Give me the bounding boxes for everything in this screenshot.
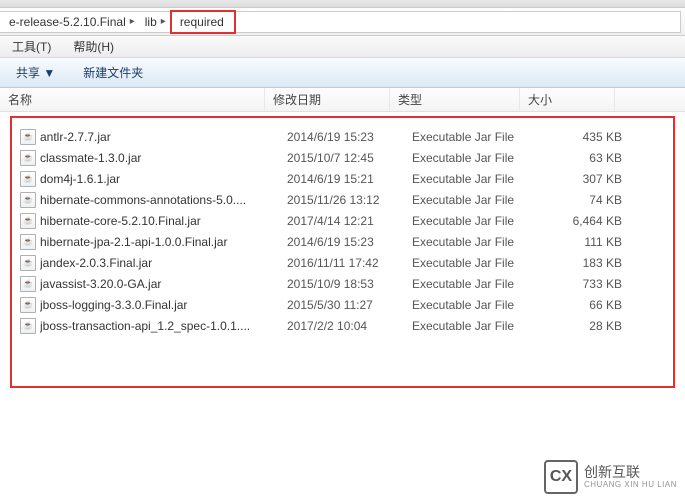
file-list: ☕ antlr-2.7.7.jar 2014/6/19 15:23 Execut… bbox=[10, 116, 675, 388]
jar-file-icon: ☕ bbox=[20, 171, 36, 187]
file-size: 307 KB bbox=[542, 172, 622, 186]
list-item[interactable]: ☕ dom4j-1.6.1.jar 2014/6/19 15:21 Execut… bbox=[14, 168, 671, 189]
window-titlebar bbox=[0, 0, 685, 8]
watermark-subtext: CHUANG XIN HU LIAN bbox=[584, 480, 677, 489]
file-type: Executable Jar File bbox=[412, 172, 542, 186]
file-type: Executable Jar File bbox=[412, 130, 542, 144]
column-header-name[interactable]: 名称 bbox=[0, 88, 265, 111]
column-header-type[interactable]: 类型 bbox=[390, 88, 520, 111]
column-headers: 名称 修改日期 类型 大小 bbox=[0, 88, 685, 112]
jar-file-icon: ☕ bbox=[20, 276, 36, 292]
list-item[interactable]: ☕ jboss-logging-3.3.0.Final.jar 2015/5/3… bbox=[14, 294, 671, 315]
file-date: 2015/10/7 12:45 bbox=[287, 151, 412, 165]
watermark: CX 创新互联 CHUANG XIN HU LIAN bbox=[544, 460, 677, 494]
address-bar: e-release-5.2.10.Final ▸ lib ▸ required bbox=[0, 8, 685, 36]
file-type: Executable Jar File bbox=[412, 277, 542, 291]
list-item[interactable]: ☕ javassist-3.20.0-GA.jar 2015/10/9 18:5… bbox=[14, 273, 671, 294]
content-area: 名称 修改日期 类型 大小 ☕ antlr-2.7.7.jar 2014/6/1… bbox=[0, 88, 685, 502]
toolbar: 共享 ▼ 新建文件夹 bbox=[0, 58, 685, 88]
share-button[interactable]: 共享 ▼ bbox=[12, 62, 59, 83]
file-date: 2015/11/26 13:12 bbox=[287, 193, 412, 207]
breadcrumb-label: required bbox=[180, 15, 224, 29]
file-date: 2017/2/2 10:04 bbox=[287, 319, 412, 333]
file-date: 2016/11/11 17:42 bbox=[287, 256, 412, 270]
list-item[interactable]: ☕ jandex-2.0.3.Final.jar 2016/11/11 17:4… bbox=[14, 252, 671, 273]
file-name: hibernate-jpa-2.1-api-1.0.0.Final.jar bbox=[40, 235, 287, 249]
file-date: 2014/6/19 15:23 bbox=[287, 130, 412, 144]
jar-file-icon: ☕ bbox=[20, 192, 36, 208]
jar-file-icon: ☕ bbox=[20, 150, 36, 166]
menubar: 工具(T) 帮助(H) bbox=[0, 36, 685, 58]
file-size: 111 KB bbox=[542, 235, 622, 249]
menu-tools[interactable]: 工具(T) bbox=[8, 36, 55, 57]
list-item[interactable]: ☕ jboss-transaction-api_1.2_spec-1.0.1..… bbox=[14, 315, 671, 336]
file-type: Executable Jar File bbox=[412, 151, 542, 165]
file-name: dom4j-1.6.1.jar bbox=[40, 172, 287, 186]
file-type: Executable Jar File bbox=[412, 319, 542, 333]
file-name: hibernate-commons-annotations-5.0.... bbox=[40, 193, 287, 207]
chevron-right-icon: ▸ bbox=[130, 16, 135, 27]
annotation-highlight: required bbox=[170, 10, 236, 34]
jar-file-icon: ☕ bbox=[20, 234, 36, 250]
new-folder-button[interactable]: 新建文件夹 bbox=[79, 62, 147, 83]
file-name: jboss-transaction-api_1.2_spec-1.0.1.... bbox=[40, 319, 287, 333]
watermark-logo: CX bbox=[544, 460, 578, 494]
file-type: Executable Jar File bbox=[412, 214, 542, 228]
file-size: 183 KB bbox=[542, 256, 622, 270]
jar-file-icon: ☕ bbox=[20, 297, 36, 313]
file-name: jandex-2.0.3.Final.jar bbox=[40, 256, 287, 270]
breadcrumb-label: lib bbox=[145, 15, 157, 29]
breadcrumb[interactable]: e-release-5.2.10.Final ▸ lib ▸ required bbox=[0, 11, 681, 33]
list-item[interactable]: ☕ antlr-2.7.7.jar 2014/6/19 15:23 Execut… bbox=[14, 126, 671, 147]
file-size: 6,464 KB bbox=[542, 214, 622, 228]
breadcrumb-segment-lib[interactable]: lib ▸ bbox=[141, 12, 172, 32]
breadcrumb-segment-root[interactable]: e-release-5.2.10.Final ▸ bbox=[5, 12, 141, 32]
file-size: 435 KB bbox=[542, 130, 622, 144]
file-type: Executable Jar File bbox=[412, 298, 542, 312]
file-size: 63 KB bbox=[542, 151, 622, 165]
share-label: 共享 ▼ bbox=[16, 64, 55, 81]
file-size: 28 KB bbox=[542, 319, 622, 333]
file-date: 2015/10/9 18:53 bbox=[287, 277, 412, 291]
list-item[interactable]: ☕ hibernate-jpa-2.1-api-1.0.0.Final.jar … bbox=[14, 231, 671, 252]
file-size: 66 KB bbox=[542, 298, 622, 312]
list-item[interactable]: ☕ classmate-1.3.0.jar 2015/10/7 12:45 Ex… bbox=[14, 147, 671, 168]
file-type: Executable Jar File bbox=[412, 235, 542, 249]
jar-file-icon: ☕ bbox=[20, 213, 36, 229]
file-size: 733 KB bbox=[542, 277, 622, 291]
file-date: 2014/6/19 15:21 bbox=[287, 172, 412, 186]
jar-file-icon: ☕ bbox=[20, 255, 36, 271]
file-name: classmate-1.3.0.jar bbox=[40, 151, 287, 165]
file-type: Executable Jar File bbox=[412, 256, 542, 270]
list-item[interactable]: ☕ hibernate-core-5.2.10.Final.jar 2017/4… bbox=[14, 210, 671, 231]
column-header-size[interactable]: 大小 bbox=[520, 88, 615, 111]
file-name: jboss-logging-3.3.0.Final.jar bbox=[40, 298, 287, 312]
explorer-window: e-release-5.2.10.Final ▸ lib ▸ required … bbox=[0, 0, 685, 502]
file-date: 2015/5/30 11:27 bbox=[287, 298, 412, 312]
watermark-text-group: 创新互联 CHUANG XIN HU LIAN bbox=[584, 465, 677, 489]
breadcrumb-label: e-release-5.2.10.Final bbox=[9, 15, 126, 29]
watermark-text: 创新互联 bbox=[584, 465, 677, 480]
file-size: 74 KB bbox=[542, 193, 622, 207]
jar-file-icon: ☕ bbox=[20, 318, 36, 334]
file-name: hibernate-core-5.2.10.Final.jar bbox=[40, 214, 287, 228]
chevron-right-icon: ▸ bbox=[161, 16, 166, 27]
file-name: javassist-3.20.0-GA.jar bbox=[40, 277, 287, 291]
file-type: Executable Jar File bbox=[412, 193, 542, 207]
column-header-date[interactable]: 修改日期 bbox=[265, 88, 390, 111]
file-name: antlr-2.7.7.jar bbox=[40, 130, 287, 144]
breadcrumb-segment-required[interactable]: required bbox=[176, 12, 230, 32]
file-date: 2017/4/14 12:21 bbox=[287, 214, 412, 228]
jar-file-icon: ☕ bbox=[20, 129, 36, 145]
menu-help[interactable]: 帮助(H) bbox=[69, 36, 118, 57]
file-date: 2014/6/19 15:23 bbox=[287, 235, 412, 249]
list-item[interactable]: ☕ hibernate-commons-annotations-5.0.... … bbox=[14, 189, 671, 210]
